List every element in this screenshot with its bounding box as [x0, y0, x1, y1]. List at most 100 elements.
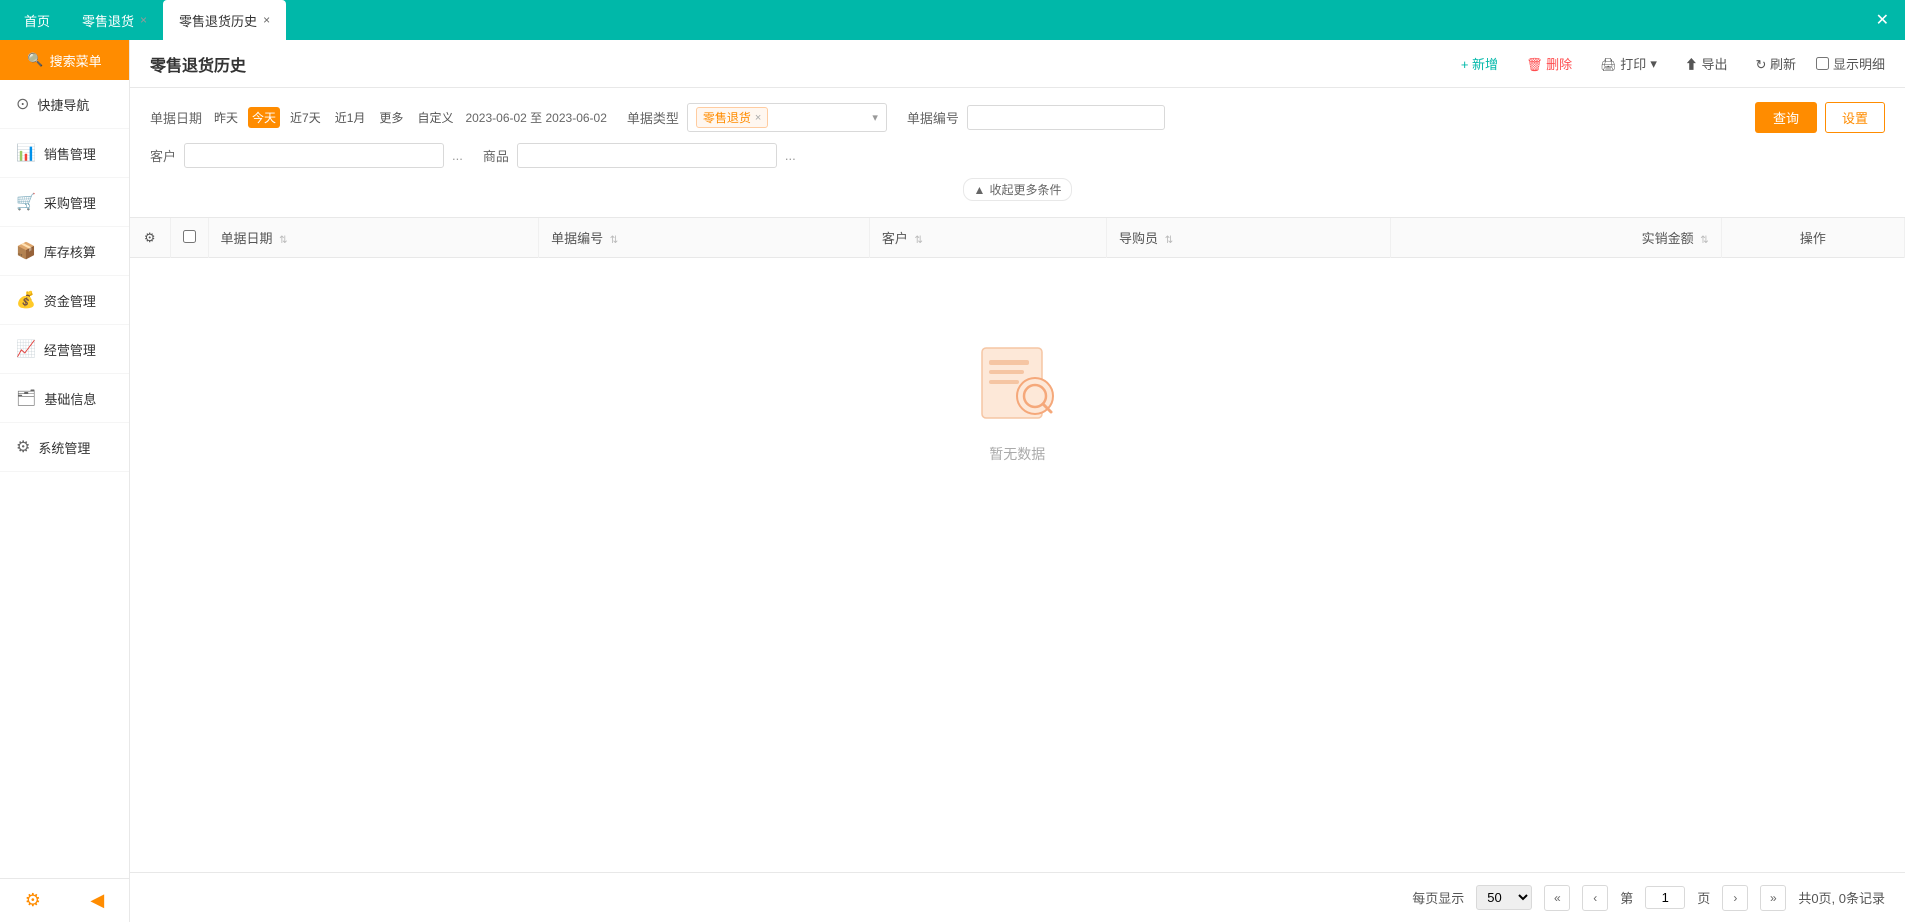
select-all-checkbox[interactable] [183, 230, 196, 243]
quick-nav-icon: ⊙ [16, 94, 29, 114]
filter-row-2: 客户 ... 商品 ... [150, 143, 1885, 168]
sidebar-item-system[interactable]: ⚙ 系统管理 [0, 423, 129, 472]
amount-sort-icon[interactable]: ⇅ [1700, 235, 1708, 246]
delete-button[interactable]: 🗑 删除 [1518, 50, 1580, 77]
table-header-row: ⚙ 单据日期 ⇅ 单据编号 ⇅ 客户 [130, 218, 1905, 258]
date-opt-custom[interactable]: 自定义 [413, 107, 457, 128]
sidebar-item-quick-nav[interactable]: ⊙ 快捷导航 [0, 80, 129, 129]
filter-goods: 商品 ... [483, 143, 796, 168]
operations-icon: 📈 [16, 339, 36, 359]
print-button-label: 🖨 打印 [1600, 54, 1646, 73]
empty-state: 暂无数据 [130, 258, 1905, 544]
settings-bottom-icon[interactable]: ⚙ [25, 890, 41, 911]
system-icon: ⚙ [16, 437, 30, 457]
sidebar-item-inventory[interactable]: 📦 库存核算 [0, 227, 129, 276]
show-detail-checkbox[interactable] [1816, 57, 1829, 70]
col-settings[interactable]: ⚙ [130, 218, 170, 258]
sidebar-item-system-label: 系统管理 [38, 438, 90, 457]
sidebar-item-basic-info-label: 基础信息 [44, 389, 96, 408]
print-button[interactable]: 🖨 打印 ▾ [1592, 50, 1665, 77]
type-select-box[interactable]: 零售退货 × ▾ [687, 103, 887, 132]
col-guide: 导购员 ⇅ [1107, 218, 1391, 258]
tab-retail-return-history-label: 零售退货历史 [179, 11, 257, 30]
new-button[interactable]: + 新增 [1453, 50, 1506, 77]
pagination-bar: 每页显示 50 10 20 100 « ‹ 第 页 › » 共0页, 0条记录 [130, 872, 1905, 922]
export-button[interactable]: ⬆ 导出 [1677, 50, 1736, 77]
goods-filter-dots[interactable]: ... [785, 148, 796, 163]
window-close-button[interactable]: ✕ [1868, 6, 1897, 34]
sidebar-item-purchase[interactable]: 🛒 采购管理 [0, 178, 129, 227]
sidebar-search-label: 搜索菜单 [50, 51, 102, 70]
main-layout: 🔍 搜索菜单 ⊙ 快捷导航 📊 销售管理 🛒 采购管理 📦 库存核算 💰 [0, 40, 1905, 922]
col-customer: 客户 ⇅ [869, 218, 1106, 258]
date-opt-more[interactable]: 更多 [375, 107, 407, 128]
setting-button[interactable]: 设置 [1825, 102, 1885, 133]
pagination-summary: 共0页, 0条记录 [1798, 888, 1885, 907]
tab-home[interactable]: 首页 [8, 0, 66, 40]
filter-row-1: 单据日期 昨天 今天 近7天 近1月 更多 自定义 2023-06-02 至 2… [150, 102, 1885, 133]
filter-panel: 单据日期 昨天 今天 近7天 近1月 更多 自定义 2023-06-02 至 2… [130, 88, 1905, 218]
sidebar-item-inventory-label: 库存核算 [44, 242, 96, 261]
tab-retail-return[interactable]: 零售退货 × [66, 0, 163, 40]
tab-retail-return-history[interactable]: 零售退货历史 × [163, 0, 286, 40]
refresh-button[interactable]: ↻ 刷新 [1747, 50, 1804, 77]
date-sort-icon[interactable]: ⇅ [279, 235, 287, 246]
sidebar-item-purchase-label: 采购管理 [44, 193, 96, 212]
table-container: ⚙ 单据日期 ⇅ 单据编号 ⇅ 客户 [130, 218, 1905, 872]
col-action: 操作 [1721, 218, 1904, 258]
sidebar-item-sales[interactable]: 📊 销售管理 [0, 129, 129, 178]
goods-filter-input[interactable] [517, 143, 777, 168]
type-tag-remove[interactable]: × [755, 112, 761, 124]
customer-filter-input[interactable] [184, 143, 444, 168]
type-select-chevron: ▾ [872, 111, 878, 124]
date-opt-yesterday[interactable]: 昨天 [210, 107, 242, 128]
table-header: ⚙ 单据日期 ⇅ 单据编号 ⇅ 客户 [130, 218, 1905, 258]
prev-page-button[interactable]: ‹ [1582, 885, 1608, 911]
last-page-button[interactable]: » [1760, 885, 1786, 911]
export-button-label: ⬆ 导出 [1685, 54, 1728, 73]
date-opt-1month[interactable]: 近1月 [331, 107, 370, 128]
sidebar-item-basic-info[interactable]: 🗂 基础信息 [0, 374, 129, 423]
customer-filter-dots[interactable]: ... [452, 148, 463, 163]
number-filter-input[interactable] [967, 105, 1165, 130]
date-opt-7days[interactable]: 近7天 [286, 107, 325, 128]
customer-sort-icon[interactable]: ⇅ [914, 235, 922, 246]
sidebar-item-operations[interactable]: 📈 经营管理 [0, 325, 129, 374]
new-button-label: + 新增 [1461, 54, 1498, 73]
date-options: 昨天 今天 近7天 近1月 更多 自定义 [210, 107, 457, 128]
show-detail-label: 显示明细 [1833, 54, 1885, 73]
action-buttons: 查询 设置 [1755, 102, 1885, 133]
goods-filter-label: 商品 [483, 146, 509, 165]
filter-number: 单据编号 [907, 105, 1165, 130]
tab-retail-return-history-close[interactable]: × [263, 13, 270, 27]
next-page-button[interactable]: › [1722, 885, 1748, 911]
data-table: ⚙ 单据日期 ⇅ 单据编号 ⇅ 客户 [130, 218, 1905, 544]
delete-button-label: 🗑 删除 [1526, 54, 1572, 73]
sidebar-item-finance[interactable]: 💰 资金管理 [0, 276, 129, 325]
empty-text: 暂无数据 [989, 444, 1045, 464]
query-button[interactable]: 查询 [1755, 102, 1817, 133]
customer-filter-label: 客户 [150, 146, 176, 165]
col-checkbox [170, 218, 208, 258]
tab-retail-return-close[interactable]: × [140, 13, 147, 27]
top-bar: 首页 零售退货 × 零售退货历史 × ✕ [0, 0, 1905, 40]
empty-icon [967, 338, 1067, 428]
date-filter-label: 单据日期 [150, 108, 202, 127]
page-input[interactable] [1645, 886, 1685, 909]
number-sort-icon[interactable]: ⇅ [610, 235, 618, 246]
empty-cell: 暂无数据 [130, 258, 1905, 545]
sidebar-search[interactable]: 🔍 搜索菜单 [0, 40, 129, 80]
collapse-sidebar-icon[interactable]: ◀ [90, 890, 104, 911]
collapse-filter-button[interactable]: ▲ 收起更多条件 [963, 178, 1073, 201]
type-filter-label: 单据类型 [627, 108, 679, 127]
purchase-icon: 🛒 [16, 192, 36, 212]
sales-icon: 📊 [16, 143, 36, 163]
date-opt-today[interactable]: 今天 [248, 107, 280, 128]
per-page-select[interactable]: 50 10 20 100 [1476, 885, 1532, 910]
tab-list: 首页 零售退货 × 零售退货历史 × [8, 0, 1868, 40]
first-page-button[interactable]: « [1544, 885, 1570, 911]
guide-sort-icon[interactable]: ⇅ [1165, 235, 1173, 246]
sidebar-bottom: ⚙ ◀ [0, 878, 129, 922]
col-amount: 实销金额 ⇅ [1391, 218, 1722, 258]
show-detail-toggle[interactable]: 显示明细 [1816, 54, 1885, 73]
